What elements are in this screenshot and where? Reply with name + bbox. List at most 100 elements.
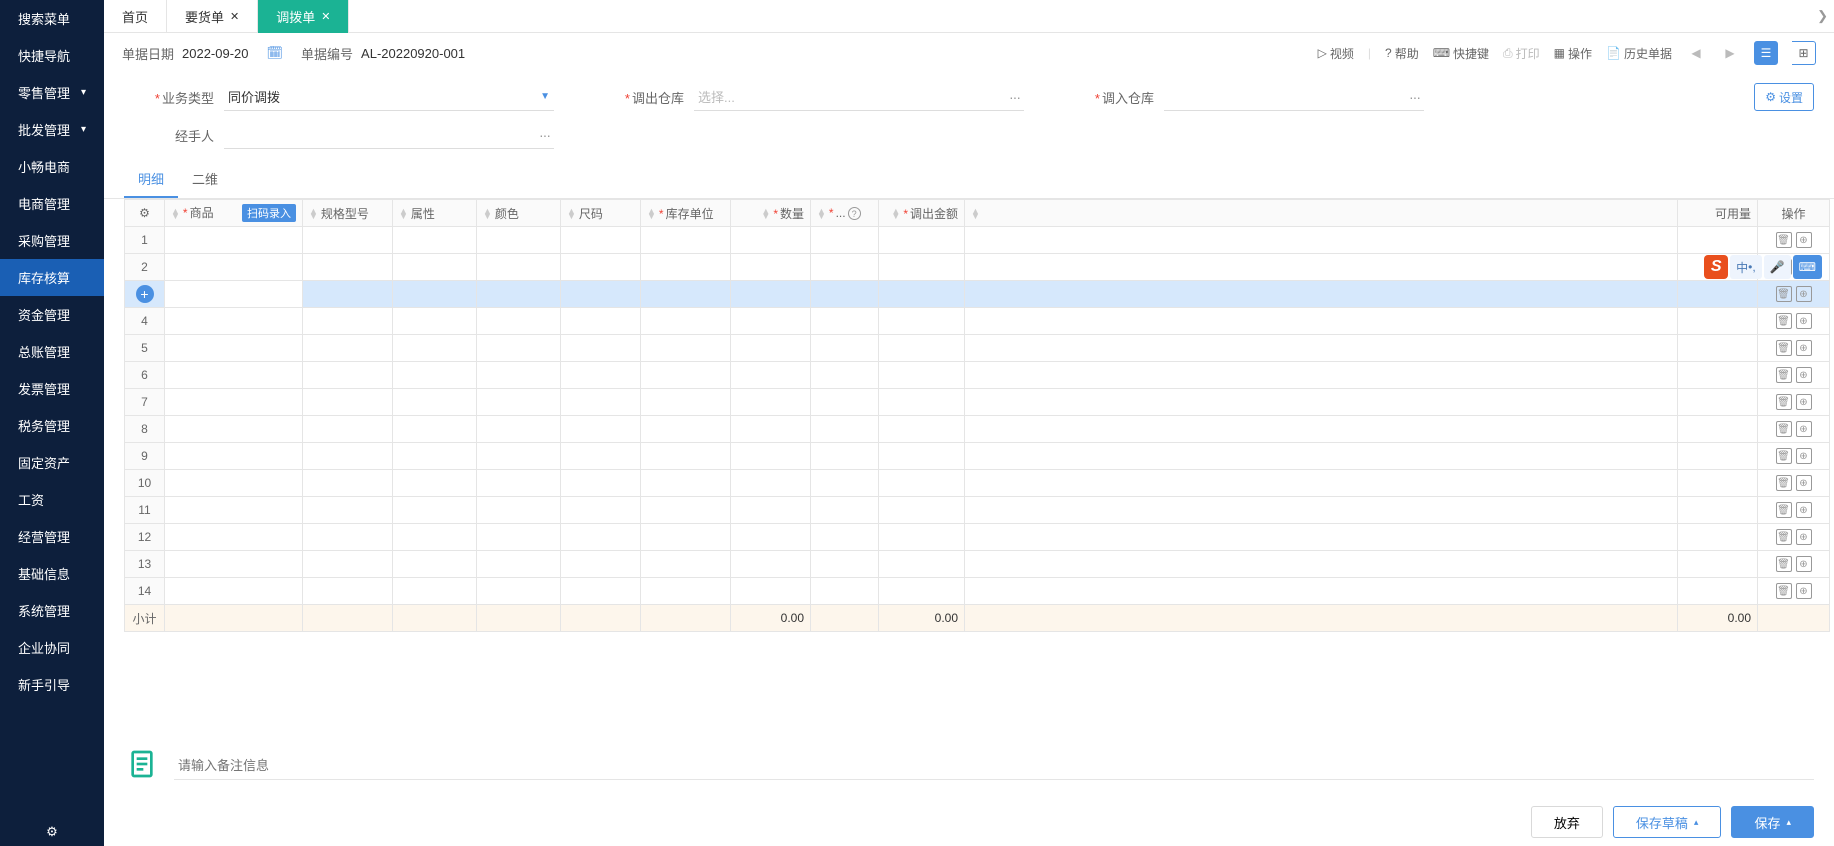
row-number[interactable]: 14 xyxy=(125,578,165,605)
qty-cell[interactable] xyxy=(731,227,811,254)
spec-cell[interactable] xyxy=(303,416,393,443)
size-cell[interactable] xyxy=(561,497,641,524)
size-cell[interactable] xyxy=(561,470,641,497)
empty-cell[interactable] xyxy=(965,470,1678,497)
amount-cell[interactable] xyxy=(879,551,965,578)
unit-cell[interactable] xyxy=(641,470,731,497)
spec-cell[interactable] xyxy=(303,308,393,335)
delete-row-icon[interactable]: 🗑 xyxy=(1776,232,1792,248)
header-size[interactable]: ▲▼尺码 xyxy=(561,200,641,227)
empty-cell[interactable] xyxy=(965,308,1678,335)
row-number[interactable]: 2 xyxy=(125,254,165,281)
short-cell[interactable] xyxy=(811,281,879,308)
spec-cell[interactable] xyxy=(303,335,393,362)
ime-lang[interactable]: 中 •, xyxy=(1730,255,1762,279)
add-row-button[interactable]: + xyxy=(136,285,154,303)
unit-cell[interactable] xyxy=(641,497,731,524)
empty-cell[interactable] xyxy=(965,254,1678,281)
biz-type-select[interactable]: 同价调拨▼ xyxy=(224,83,554,111)
size-cell[interactable] xyxy=(561,524,641,551)
subtab-detail[interactable]: 明细 xyxy=(124,161,178,198)
avail-cell[interactable] xyxy=(1678,497,1758,524)
row-number[interactable]: 1 xyxy=(125,227,165,254)
spec-cell[interactable] xyxy=(303,470,393,497)
unit-cell[interactable] xyxy=(641,227,731,254)
insert-row-icon[interactable]: ⊕ xyxy=(1796,394,1812,410)
avail-cell[interactable] xyxy=(1678,578,1758,605)
insert-row-icon[interactable]: ⊕ xyxy=(1796,367,1812,383)
row-number[interactable]: 8 xyxy=(125,416,165,443)
sidebar-item-purchase[interactable]: 采购管理 xyxy=(0,222,104,259)
size-cell[interactable] xyxy=(561,254,641,281)
action-print[interactable]: ⎙打印 xyxy=(1503,45,1540,62)
unit-cell[interactable] xyxy=(641,389,731,416)
attr-cell[interactable] xyxy=(393,578,477,605)
delete-row-icon[interactable]: 🗑 xyxy=(1776,340,1792,356)
calendar-icon[interactable]: 🗓 xyxy=(267,45,284,61)
delete-row-icon[interactable]: 🗑 xyxy=(1776,475,1792,491)
insert-row-icon[interactable]: ⊕ xyxy=(1796,340,1812,356)
qty-cell[interactable] xyxy=(731,470,811,497)
header-gear[interactable]: ⚙ xyxy=(125,200,165,227)
spec-cell[interactable] xyxy=(303,254,393,281)
abandon-button[interactable]: 放弃 xyxy=(1531,806,1603,838)
row-number[interactable]: 10 xyxy=(125,470,165,497)
short-cell[interactable] xyxy=(811,578,879,605)
avail-cell[interactable] xyxy=(1678,227,1758,254)
product-cell[interactable] xyxy=(165,443,303,470)
insert-row-icon[interactable]: ⊕ xyxy=(1796,286,1812,302)
unit-cell[interactable] xyxy=(641,578,731,605)
avail-cell[interactable] xyxy=(1678,551,1758,578)
sidebar-item-xiaochang[interactable]: 小畅电商 xyxy=(0,148,104,185)
qty-cell[interactable] xyxy=(731,389,811,416)
empty-cell[interactable] xyxy=(965,497,1678,524)
date-value[interactable]: 2022-09-20 xyxy=(182,46,249,61)
qty-cell[interactable] xyxy=(731,362,811,389)
avail-cell[interactable] xyxy=(1678,443,1758,470)
sidebar-item-guide[interactable]: 新手引导 xyxy=(0,666,104,703)
insert-row-icon[interactable]: ⊕ xyxy=(1796,529,1812,545)
color-cell[interactable] xyxy=(477,335,561,362)
sidebar-item-collab[interactable]: 企业协同 xyxy=(0,629,104,666)
color-cell[interactable] xyxy=(477,308,561,335)
qty-cell[interactable] xyxy=(731,551,811,578)
spec-cell[interactable] xyxy=(303,362,393,389)
amount-cell[interactable] xyxy=(879,227,965,254)
size-cell[interactable] xyxy=(561,578,641,605)
out-warehouse-select[interactable]: 选择...··· xyxy=(694,83,1024,111)
qty-cell[interactable] xyxy=(731,578,811,605)
delete-row-icon[interactable]: 🗑 xyxy=(1776,394,1792,410)
action-help[interactable]: ?帮助 xyxy=(1385,45,1419,62)
color-cell[interactable] xyxy=(477,389,561,416)
size-cell[interactable] xyxy=(561,227,641,254)
tab-home[interactable]: 首页 xyxy=(104,0,167,33)
unit-cell[interactable] xyxy=(641,254,731,281)
subtab-matrix[interactable]: 二维 xyxy=(178,161,232,198)
short-cell[interactable] xyxy=(811,443,879,470)
tab-transfer[interactable]: 调拨单✕ xyxy=(258,0,349,33)
amount-cell[interactable] xyxy=(879,389,965,416)
amount-cell[interactable] xyxy=(879,335,965,362)
avail-cell[interactable] xyxy=(1678,335,1758,362)
header-attr[interactable]: ▲▼属性 xyxy=(393,200,477,227)
close-icon[interactable]: ✕ xyxy=(321,10,330,23)
short-cell[interactable] xyxy=(811,362,879,389)
scan-input-button[interactable]: 扫码录入 xyxy=(242,204,296,222)
attr-cell[interactable] xyxy=(393,281,477,308)
empty-cell[interactable] xyxy=(965,227,1678,254)
short-cell[interactable] xyxy=(811,416,879,443)
remark-input[interactable] xyxy=(174,752,1814,780)
insert-row-icon[interactable]: ⊕ xyxy=(1796,232,1812,248)
spec-cell[interactable] xyxy=(303,389,393,416)
product-cell[interactable] xyxy=(165,551,303,578)
qty-cell[interactable] xyxy=(731,254,811,281)
sidebar-item-tax[interactable]: 税务管理 xyxy=(0,407,104,444)
short-cell[interactable] xyxy=(811,389,879,416)
color-cell[interactable] xyxy=(477,227,561,254)
sidebar-item-search[interactable]: 搜索菜单 xyxy=(0,0,104,37)
delete-row-icon[interactable]: 🗑 xyxy=(1776,583,1792,599)
delete-row-icon[interactable]: 🗑 xyxy=(1776,529,1792,545)
empty-cell[interactable] xyxy=(965,524,1678,551)
unit-cell[interactable] xyxy=(641,335,731,362)
sidebar-item-retail[interactable]: 零售管理▾ xyxy=(0,74,104,111)
